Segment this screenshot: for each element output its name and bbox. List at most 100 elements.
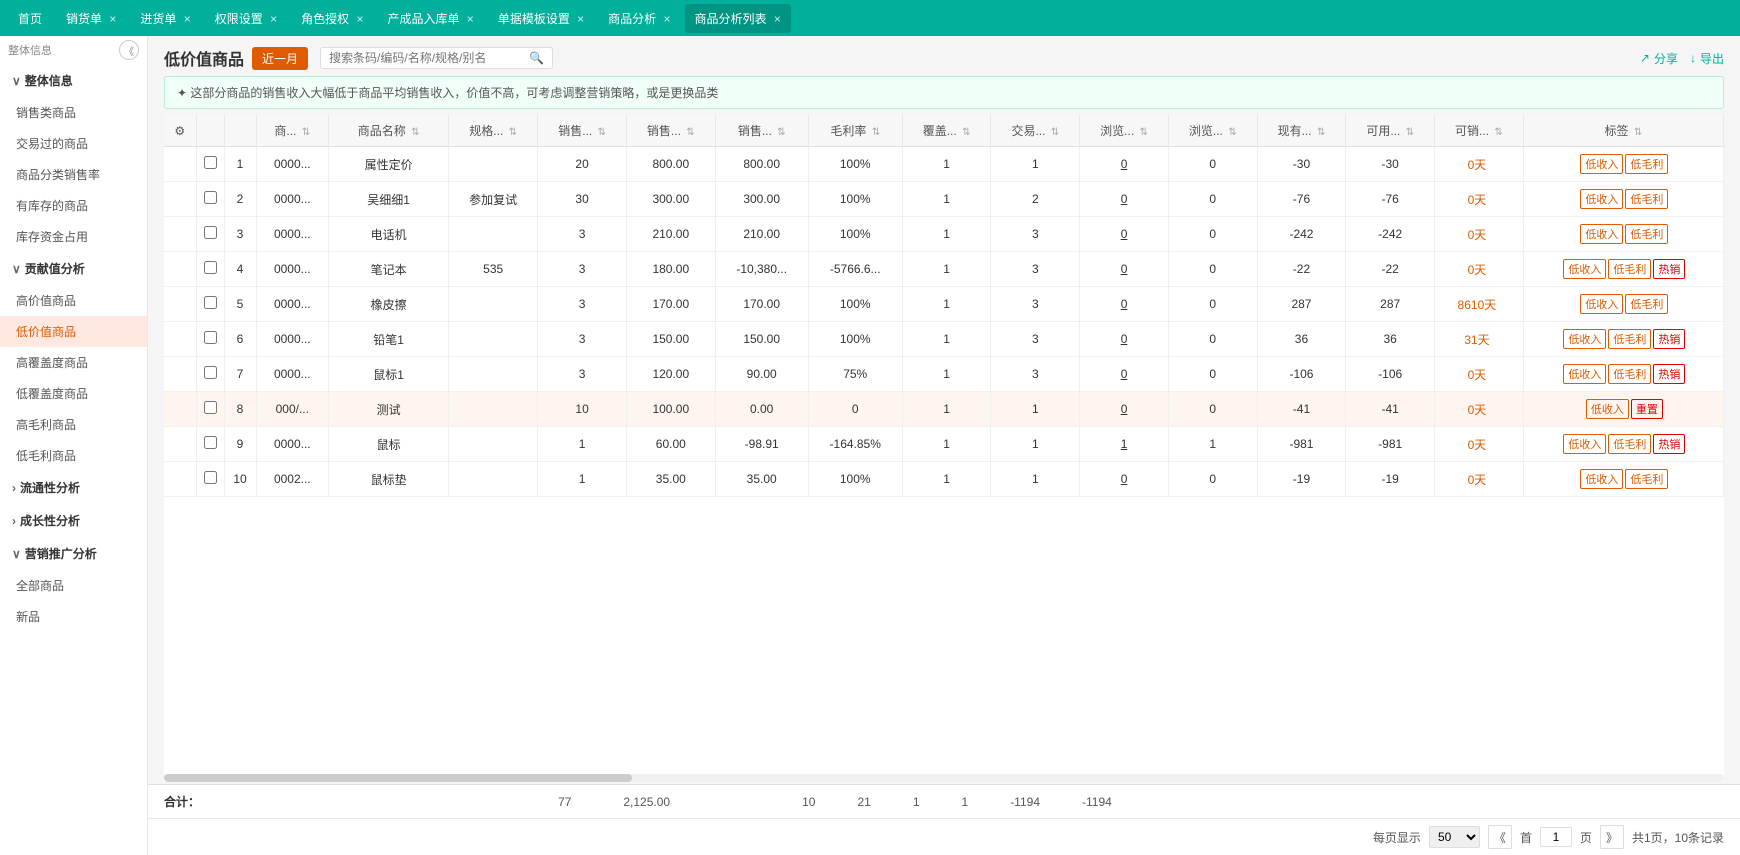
cell-checkbox[interactable] (196, 427, 224, 462)
cell-checkbox[interactable] (196, 392, 224, 427)
search-input[interactable] (329, 51, 529, 65)
sidebar-item-all-products[interactable]: 全部商品 (0, 570, 147, 601)
nav-product-analysis[interactable]: 商品分析 × (598, 4, 680, 33)
sidebar-group-liquidity[interactable]: › 流通性分析 (0, 471, 147, 504)
sidebar-item-new-products[interactable]: 新品 (0, 601, 147, 632)
sidebar-item-inventory-capital[interactable]: 库存资金占用 (0, 221, 147, 252)
cell-view1[interactable]: 1 (1080, 427, 1169, 462)
view1-link[interactable]: 0 (1121, 402, 1128, 416)
view1-link[interactable]: 0 (1121, 472, 1128, 486)
cell-view2: 1 (1168, 427, 1257, 462)
view1-link[interactable]: 1 (1121, 437, 1128, 451)
next-page-btn[interactable]: 》 (1600, 825, 1624, 849)
sidebar-item-category-sales-rate[interactable]: 商品分类销售率 (0, 159, 147, 190)
view1-link[interactable]: 0 (1121, 262, 1128, 276)
col-transaction[interactable]: 交易... ⇅ (991, 115, 1080, 147)
cell-sales-avg: 800.00 (715, 147, 808, 182)
cell-view1[interactable]: 0 (1080, 322, 1169, 357)
view1-link[interactable]: 0 (1121, 157, 1128, 171)
col-code[interactable]: 商... ⇅ (256, 115, 329, 147)
col-sales-amount[interactable]: 销售... ⇅ (626, 115, 715, 147)
cell-view1[interactable]: 0 (1080, 462, 1169, 497)
sidebar-collapse-btn[interactable]: 《 (119, 40, 139, 60)
cell-view1[interactable]: 0 (1080, 287, 1169, 322)
row-checkbox[interactable] (204, 436, 217, 449)
cell-checkbox[interactable] (196, 182, 224, 217)
period-button[interactable]: 近一月 (252, 47, 308, 70)
cell-view1[interactable]: 0 (1080, 252, 1169, 287)
sidebar-item-stocked-products[interactable]: 有库存的商品 (0, 190, 147, 221)
cell-checkbox[interactable] (196, 252, 224, 287)
per-page-select[interactable]: 50 100 (1429, 826, 1480, 848)
nav-template-settings[interactable]: 单据模板设置 × (488, 4, 594, 33)
sidebar-item-low-value[interactable]: 低价值商品 (0, 316, 147, 347)
row-checkbox[interactable] (204, 156, 217, 169)
cell-checkbox[interactable] (196, 357, 224, 392)
row-checkbox[interactable] (204, 261, 217, 274)
cell-view1[interactable]: 0 (1080, 147, 1169, 182)
search-icon[interactable]: 🔍 (529, 51, 544, 65)
export-button[interactable]: ↓ 导出 (1690, 50, 1724, 67)
col-sellable[interactable]: 可销... ⇅ (1435, 115, 1524, 147)
cell-view1[interactable]: 0 (1080, 217, 1169, 252)
sidebar-item-traded-products[interactable]: 交易过的商品 (0, 128, 147, 159)
nav-product-inbound[interactable]: 产成品入库单 × (377, 4, 483, 33)
col-spec[interactable]: 规格... ⇅ (449, 115, 538, 147)
nav-sales-order[interactable]: 销货单 × (56, 4, 126, 33)
row-checkbox[interactable] (204, 331, 217, 344)
horizontal-scrollbar[interactable] (164, 774, 1724, 782)
sidebar-group-overview[interactable]: ∨ 整体信息 (0, 64, 147, 97)
col-settings[interactable]: ⚙ (164, 115, 196, 147)
share-button[interactable]: ↗ 分享 (1640, 50, 1678, 67)
col-view1[interactable]: 浏览... ⇅ (1080, 115, 1169, 147)
nav-home[interactable]: 首页 (8, 4, 52, 33)
sidebar-item-high-margin[interactable]: 高毛利商品 (0, 409, 147, 440)
col-gross-rate[interactable]: 毛利率 ⇅ (808, 115, 902, 147)
view1-link[interactable]: 0 (1121, 192, 1128, 206)
col-sales-avg[interactable]: 销售... ⇅ (715, 115, 808, 147)
col-current[interactable]: 现有... ⇅ (1257, 115, 1346, 147)
cell-checkbox[interactable] (196, 287, 224, 322)
view1-link[interactable]: 0 (1121, 332, 1128, 346)
sidebar-item-sales-products[interactable]: 销售类商品 (0, 97, 147, 128)
col-coverage[interactable]: 覆盖... ⇅ (902, 115, 991, 147)
sidebar-group-contribution[interactable]: ∨ 贡献值分析 (0, 252, 147, 285)
row-checkbox[interactable] (204, 366, 217, 379)
row-checkbox[interactable] (204, 471, 217, 484)
first-page-btn[interactable]: 《 (1488, 825, 1512, 849)
cell-view1[interactable]: 0 (1080, 357, 1169, 392)
view1-link[interactable]: 0 (1121, 367, 1128, 381)
sidebar-group-growth[interactable]: › 成长性分析 (0, 504, 147, 537)
tag: 热销 (1653, 259, 1685, 279)
sidebar-item-high-coverage[interactable]: 高覆盖度商品 (0, 347, 147, 378)
sidebar-item-low-coverage[interactable]: 低覆盖度商品 (0, 378, 147, 409)
sidebar-item-high-value[interactable]: 高价值商品 (0, 285, 147, 316)
row-checkbox[interactable] (204, 401, 217, 414)
row-checkbox[interactable] (204, 296, 217, 309)
cell-view1[interactable]: 0 (1080, 392, 1169, 427)
cell-checkbox[interactable] (196, 147, 224, 182)
col-available[interactable]: 可用... ⇅ (1346, 115, 1435, 147)
sidebar-item-low-margin[interactable]: 低毛利商品 (0, 440, 147, 471)
col-tags[interactable]: 标签 ⇅ (1523, 115, 1723, 147)
cell-view1[interactable]: 0 (1080, 182, 1169, 217)
nav-role-auth[interactable]: 角色授权 × (291, 4, 373, 33)
row-checkbox[interactable] (204, 226, 217, 239)
cell-checkbox[interactable] (196, 322, 224, 357)
col-name[interactable]: 商品名称 ⇅ (329, 115, 449, 147)
cell-coverage: 1 (902, 322, 991, 357)
col-sales-qty[interactable]: 销售... ⇅ (538, 115, 627, 147)
page-number-input[interactable] (1540, 827, 1572, 847)
cell-checkbox[interactable] (196, 217, 224, 252)
view1-link[interactable]: 0 (1121, 297, 1128, 311)
nav-permission[interactable]: 权限设置 × (205, 4, 287, 33)
nav-purchase-order[interactable]: 进货单 × (130, 4, 200, 33)
view1-link[interactable]: 0 (1121, 227, 1128, 241)
cell-checkbox[interactable] (196, 462, 224, 497)
cell-settings (164, 322, 196, 357)
nav-product-analysis-list[interactable]: 商品分析列表 × (685, 4, 791, 33)
col-view2[interactable]: 浏览... ⇅ (1168, 115, 1257, 147)
row-checkbox[interactable] (204, 191, 217, 204)
sidebar-group-marketing[interactable]: ∨ 营销推广分析 (0, 537, 147, 570)
cell-gross-rate: 0 (808, 392, 902, 427)
